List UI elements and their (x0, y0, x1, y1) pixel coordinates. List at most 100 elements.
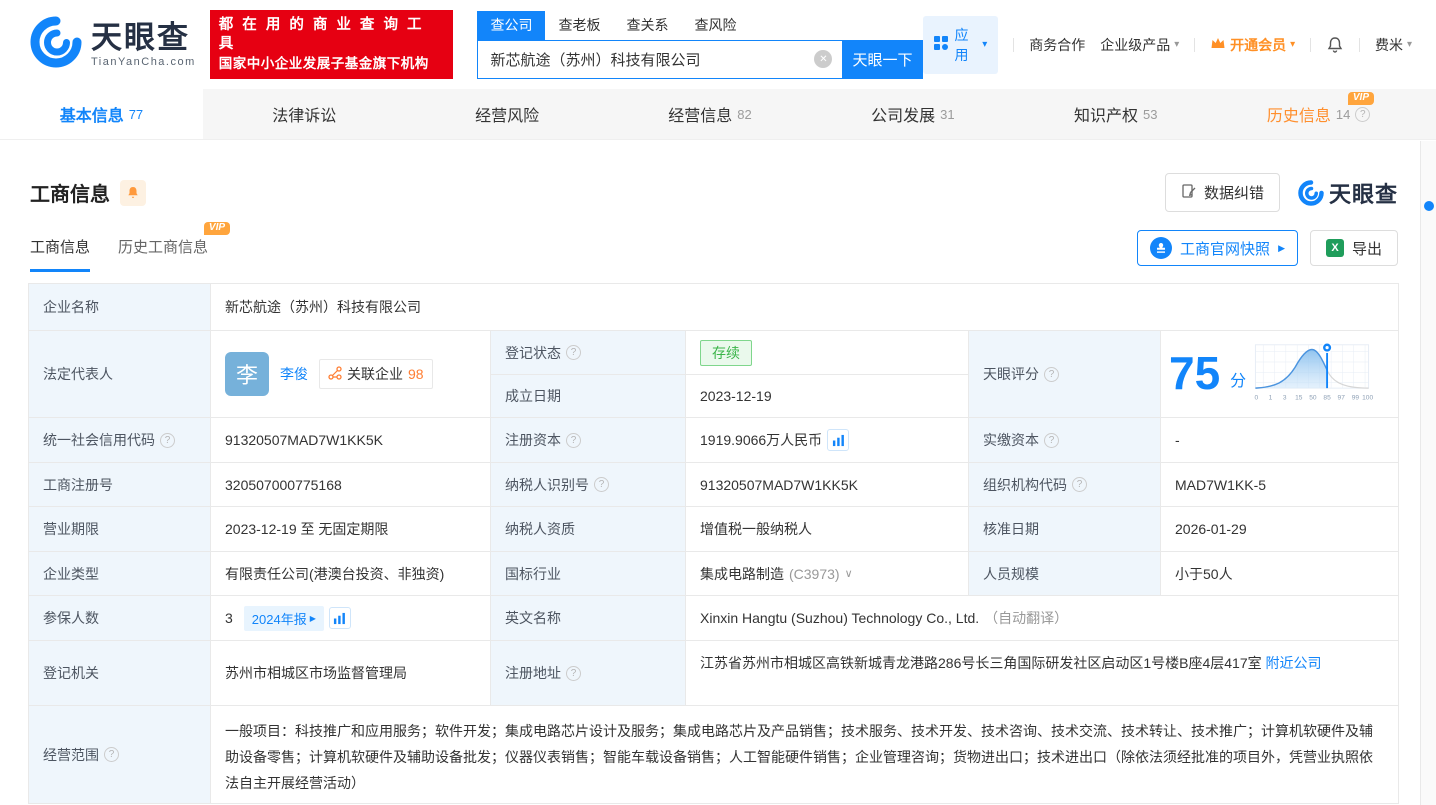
tab-operation-risk[interactable]: 经营风险 (406, 89, 609, 139)
auto-translate-note: （自动翻译） (984, 610, 1069, 626)
legal-rep-value: 李 李俊 关联企业 98 (211, 331, 491, 418)
caret-down-icon: ▾ (1290, 39, 1296, 50)
nav-cooperation[interactable]: 商务合作 (1029, 35, 1085, 55)
arrow-right-icon: ▶ (1278, 242, 1285, 253)
org-code-value: MAD7W1KK-5 (1161, 463, 1399, 507)
tab-label: 法律诉讼 (272, 108, 337, 125)
legal-rep-name-link[interactable]: 李俊 (280, 364, 308, 384)
top-nav: 应用 ▾ 商务合作 企业级产品 ▾ 开通会员 ▾ 费米 ▾ (923, 15, 1412, 74)
svg-text:50: 50 (1309, 394, 1317, 401)
clear-icon[interactable]: ✕ (814, 50, 833, 68)
side-nav-dot[interactable] (1424, 201, 1434, 211)
search-tab-relation[interactable]: 查关系 (613, 11, 681, 40)
score-number: 75 (1169, 347, 1221, 400)
tianyancha-watermark: 天眼查 (1298, 177, 1398, 209)
slogan-line1: 都 在 用 的 商 业 查 询 工 具 (218, 16, 424, 53)
question-icon[interactable]: ? (566, 345, 581, 360)
credit-code-value: 91320507MAD7W1KK5K (211, 418, 491, 463)
paid-capital-label: 实缴资本 ? (969, 418, 1161, 463)
tianyancha-logo[interactable]: 天眼查 TianYanCha.com (30, 16, 196, 73)
reg-authority-value: 苏州市相城区市场监督管理局 (211, 641, 491, 706)
tab-operation-info[interactable]: 经营信息 82 (609, 89, 812, 139)
taxpayer-id-value: 91320507MAD7W1KK5K (686, 463, 969, 507)
establish-date-label: 成立日期 (491, 375, 686, 418)
org-code-label: 组织机构代码 ? (969, 463, 1161, 507)
svg-text:97: 97 (1338, 394, 1346, 401)
related-companies-badge[interactable]: 关联企业 98 (319, 359, 433, 389)
staff-size-value: 小于50人 (1161, 552, 1399, 596)
tab-label: 经营信息 (668, 108, 733, 125)
question-icon[interactable]: ? (160, 432, 175, 448)
slogan-line2: 国家中小企业发展子基金旗下机构 (218, 55, 429, 71)
reg-status-label: 登记状态 ? (491, 331, 686, 375)
subtab-history-business-info[interactable]: VIP 历史工商信息 (118, 222, 231, 272)
nav-open-membership[interactable]: 开通会员 ▾ (1210, 35, 1295, 55)
insured-count-label: 参保人数 (29, 596, 211, 641)
tab-intellectual-property[interactable]: 知识产权 53 (1014, 89, 1217, 139)
company-name-value: 新芯航途（苏州）科技有限公司 (211, 284, 1399, 331)
related-companies-count: 98 (408, 366, 424, 382)
excel-icon: X (1325, 239, 1344, 257)
brand-domain: TianYanCha.com (91, 55, 196, 68)
question-icon[interactable]: ? (1044, 366, 1059, 382)
annual-report-badge[interactable]: 2024年报 ▶ (243, 605, 324, 631)
related-companies-label: 关联企业 (347, 366, 403, 382)
question-icon[interactable]: ? (594, 477, 609, 492)
data-correction-button[interactable]: 数据纠错 (1164, 173, 1280, 212)
apps-grid-icon (934, 36, 949, 53)
notifications-bell[interactable] (1326, 36, 1344, 54)
subtab-row: 工商信息 VIP 历史工商信息 工商官网快照 ▶ X 导出 (0, 212, 1436, 272)
subscribe-bell-button[interactable] (120, 179, 146, 206)
capital-trend-chart-button[interactable] (827, 429, 850, 451)
question-icon[interactable]: ? (566, 432, 581, 448)
nav-enterprise-products[interactable]: 企业级产品 ▾ (1100, 35, 1179, 55)
business-scope-value: 一般项目：科技推广和应用服务；软件开发；集成电路芯片设计及服务；集成电路芯片及产… (211, 706, 1399, 804)
search-input[interactable] (478, 40, 815, 78)
tab-label: 知识产权 (1073, 108, 1138, 125)
bell-icon (128, 187, 138, 198)
network-icon (328, 365, 342, 383)
nav-user-menu[interactable]: 费米 ▾ (1375, 35, 1412, 55)
search-tab-company[interactable]: 查公司 (477, 10, 546, 40)
subtab-label: 历史工商信息 (118, 239, 209, 256)
insured-trend-chart-button[interactable] (328, 607, 351, 629)
stamp-icon (1150, 237, 1173, 259)
apps-menu-button[interactable]: 应用 ▾ (923, 15, 999, 74)
score-unit: 分 (1230, 372, 1247, 390)
vip-badge: VIP (203, 222, 231, 235)
business-info-table: 企业名称 新芯航途（苏州）科技有限公司 法定代表人 李 李俊 关联企业 98 登… (28, 283, 1399, 804)
tab-count: 77 (128, 106, 144, 122)
reg-address-value: 江苏省苏州市相城区高铁新城青龙港路286号长三角国际研发社区启动区1号楼B座4层… (686, 641, 1399, 706)
search-tab-risk[interactable]: 查风险 (681, 11, 749, 40)
reg-address-label: 注册地址 ? (491, 641, 686, 706)
official-snapshot-button[interactable]: 工商官网快照 ▶ (1137, 230, 1298, 266)
tab-company-development[interactable]: 公司发展 31 (811, 89, 1014, 139)
arrow-right-icon: ▶ (309, 613, 316, 623)
tab-history-info[interactable]: VIP 历史信息 14 ? (1217, 89, 1420, 139)
establish-date-value: 2023-12-19 (686, 375, 969, 418)
tyc-score-label: 天眼评分 ? (969, 331, 1161, 418)
question-icon[interactable]: ? (1044, 432, 1059, 448)
search-button[interactable]: 天眼一下 (842, 40, 923, 78)
legal-rep-avatar[interactable]: 李 (225, 352, 269, 396)
chevron-down-icon[interactable]: ∨ (845, 567, 853, 580)
question-icon[interactable]: ? (566, 665, 581, 681)
snapshot-label: 工商官网快照 (1180, 240, 1271, 258)
nearby-companies-link[interactable]: 附近公司 (1266, 655, 1322, 671)
vip-badge: VIP (1347, 92, 1375, 105)
question-icon[interactable]: ? (1355, 106, 1371, 122)
subtab-business-info[interactable]: 工商信息 (30, 236, 91, 272)
reg-capital-label: 注册资本 ? (491, 418, 686, 463)
question-icon[interactable]: ? (104, 747, 119, 762)
insured-count-value: 3 2024年报 ▶ (211, 596, 491, 641)
company-detail-tabbar: 基本信息 77 法律诉讼 经营风险 经营信息 82 公司发展 31 知识产权 5… (0, 89, 1436, 140)
tab-legal-litigation[interactable]: 法律诉讼 (203, 89, 406, 139)
svg-text:3: 3 (1283, 394, 1287, 401)
score-distribution-chart[interactable]: 0 1 3 15 50 85 97 99 100 (1251, 341, 1373, 407)
tab-basic-info[interactable]: 基本信息 77 (0, 89, 203, 139)
export-button[interactable]: X 导出 (1309, 230, 1398, 266)
divider (1013, 37, 1015, 52)
question-icon[interactable]: ? (1072, 477, 1087, 492)
search-tab-boss[interactable]: 查老板 (545, 11, 613, 40)
tianyancha-swirl-icon (30, 16, 82, 73)
